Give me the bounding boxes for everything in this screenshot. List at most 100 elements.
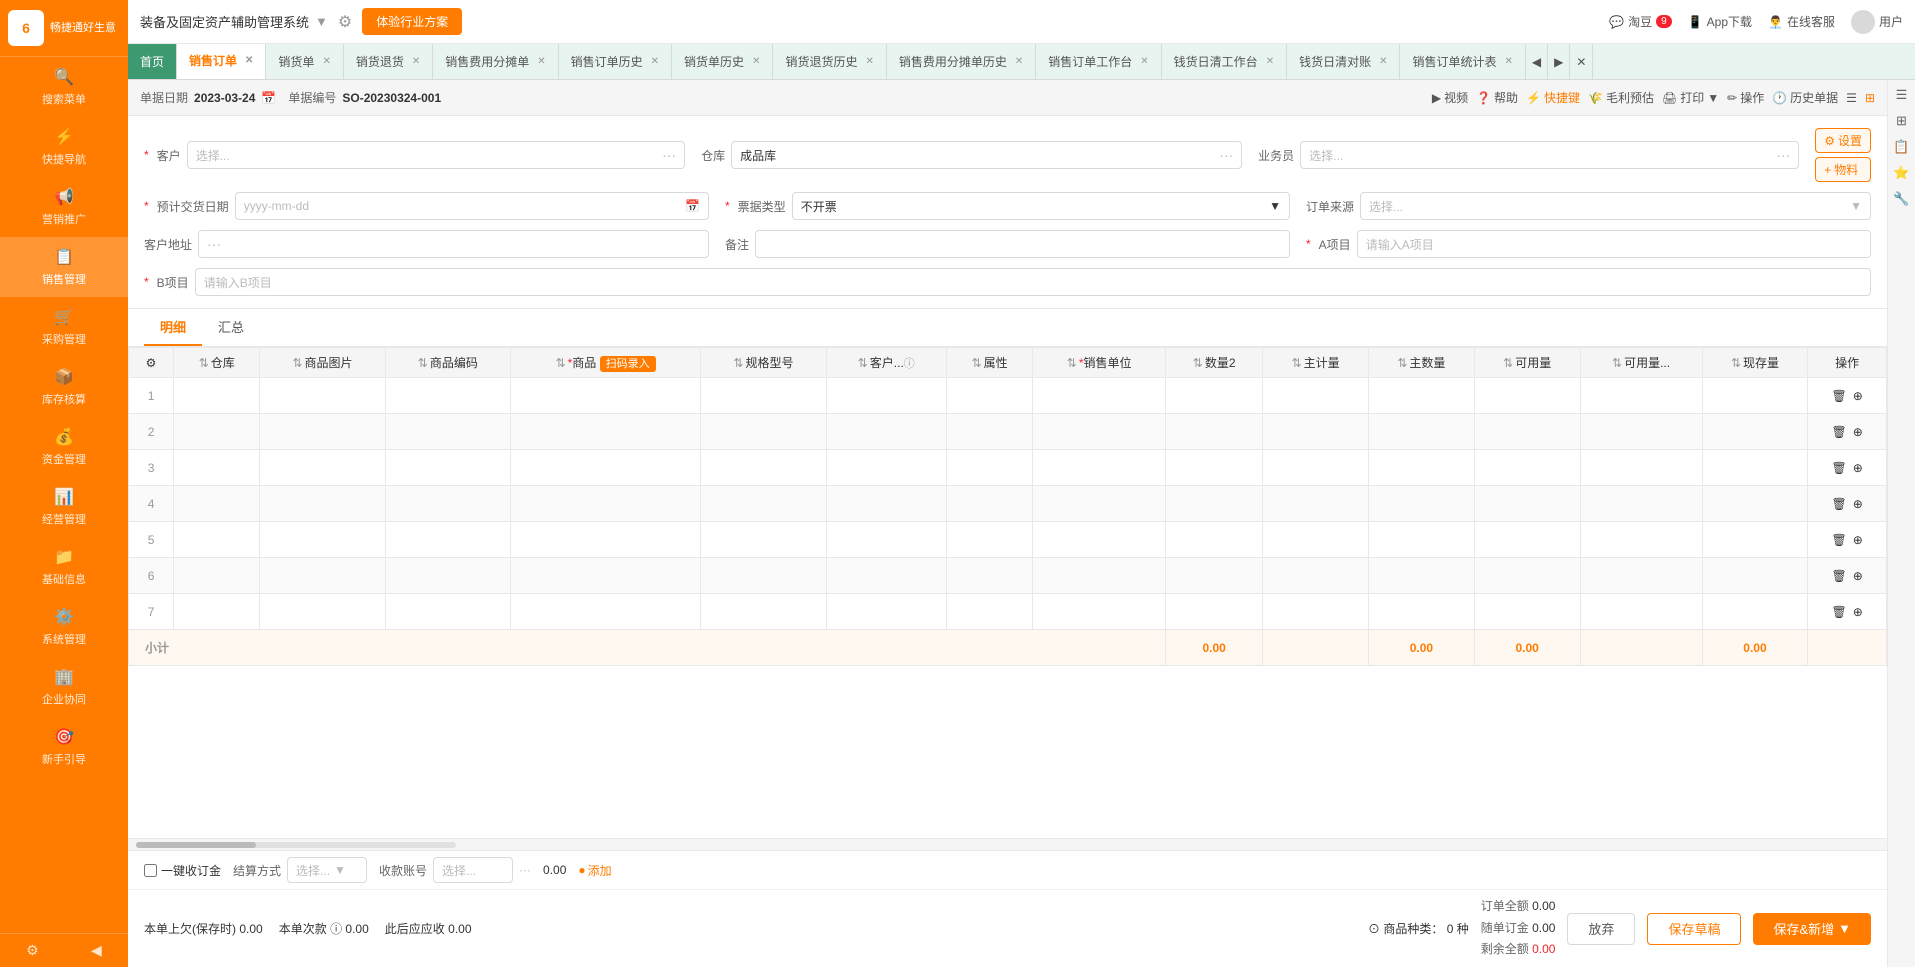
delivery-calendar-icon[interactable]: 📅 [685, 199, 700, 213]
right-btn-2[interactable]: ⊞ [1891, 110, 1913, 132]
tab-sales-invoice[interactable]: 销货单 ✕ [266, 44, 343, 80]
tab-next-button[interactable]: ▶ [1548, 44, 1570, 80]
customer-address-input[interactable]: ··· [198, 230, 709, 258]
sidebar-item-guide[interactable]: 🎯 新手引导 [0, 717, 128, 777]
industry-solution-button[interactable]: 体验行业方案 [362, 8, 462, 35]
project-a-input[interactable]: 请输入A项目 [1357, 230, 1871, 258]
customer-input[interactable]: 选择... ··· [187, 141, 685, 169]
tab-menu-button[interactable]: ✕ [1570, 44, 1593, 80]
right-btn-5[interactable]: 🔧 [1891, 188, 1913, 210]
invoice-type-select[interactable]: 不开票 ▼ [792, 192, 1290, 220]
address-dots[interactable]: ··· [207, 236, 221, 252]
th-settings[interactable]: ⚙ [129, 348, 174, 378]
settings-bottom-icon[interactable]: ⚙ [26, 942, 39, 959]
layout-list-btn[interactable]: ☰ [1846, 91, 1857, 105]
tab-sales-invoice-close[interactable]: ✕ [322, 56, 330, 67]
sidebar-item-enterprise[interactable]: 🏢 企业协同 [0, 657, 128, 717]
tab-sales-order[interactable]: 销售订单 ✕ [177, 44, 266, 80]
tab-sales-expense[interactable]: 销售费用分摊单 ✕ [433, 44, 558, 80]
sidebar-item-operations[interactable]: 📊 经营管理 [0, 477, 128, 537]
copy-icon-1[interactable]: ⊕ [1853, 389, 1863, 403]
discard-button[interactable]: 放弃 [1567, 913, 1635, 945]
save-draft-button[interactable]: 保存草稿 [1647, 913, 1741, 945]
add-payment-button[interactable]: ● 添加 [578, 862, 611, 879]
tab-sales-return-history[interactable]: 销货退货历史 ✕ [773, 44, 886, 80]
copy-icon-2[interactable]: ⊕ [1853, 425, 1863, 439]
sidebar-item-marketing[interactable]: 📢 营销推广 [0, 177, 128, 237]
collapse-icon[interactable]: ◀ [91, 942, 102, 959]
project-b-input[interactable]: 请输入B项目 [195, 268, 1871, 296]
tab-home[interactable]: 首页 [128, 44, 177, 80]
warehouse-input[interactable]: 成品库 ··· [731, 141, 1242, 169]
delete-icon-5[interactable]: 🗑 [1832, 533, 1847, 547]
save-new-dropdown-icon[interactable]: ▼ [1838, 921, 1851, 936]
right-btn-1[interactable]: ☰ [1891, 84, 1913, 106]
tab-sales-summary[interactable]: 销售订单统计表 ✕ [1400, 44, 1525, 80]
copy-icon-5[interactable]: ⊕ [1853, 533, 1863, 547]
sidebar-item-system[interactable]: ⚙️ 系统管理 [0, 597, 128, 657]
sidebar-item-sales[interactable]: 📋 销售管理 [0, 237, 128, 297]
tab-sales-expense-history[interactable]: 销售费用分摊单历史 ✕ [887, 44, 1036, 80]
tab-6-close[interactable]: ✕ [752, 56, 760, 67]
copy-icon-7[interactable]: ⊕ [1853, 605, 1863, 619]
save-new-button[interactable]: 保存&新增 ▼ [1753, 913, 1871, 945]
sidebar-item-search[interactable]: 🔍 搜索菜单 [0, 57, 128, 117]
gear-settings-icon[interactable]: ⚙ [338, 12, 352, 32]
sidebar-item-inventory[interactable]: 📦 库存核算 [0, 357, 128, 417]
scan-btn[interactable]: 扫码录入 [600, 356, 656, 372]
tab-sales-order-close[interactable]: ✕ [245, 55, 253, 66]
right-btn-3[interactable]: 📋 [1891, 136, 1913, 158]
row-available2-1[interactable] [1580, 378, 1702, 414]
salesperson-dots[interactable]: ··· [1776, 147, 1790, 163]
copy-icon-3[interactable]: ⊕ [1853, 461, 1863, 475]
tab-summary[interactable]: 汇总 [202, 309, 260, 346]
user-avatar[interactable]: 用户 [1851, 10, 1903, 34]
row-customer-code-1[interactable] [826, 378, 946, 414]
one-click-checkbox[interactable] [144, 864, 157, 877]
delete-icon-3[interactable]: 🗑 [1832, 461, 1847, 475]
sidebar-item-purchase[interactable]: 🛒 采购管理 [0, 297, 128, 357]
print-dropdown-icon[interactable]: ▼ [1707, 91, 1719, 105]
delete-icon-2[interactable]: 🗑 [1832, 425, 1847, 439]
sidebar-item-basic[interactable]: 📁 基础信息 [0, 537, 128, 597]
operation-btn[interactable]: ✏ 操作 [1727, 89, 1764, 106]
order-source-input[interactable]: 选择... ▼ [1360, 192, 1871, 220]
view-btn[interactable]: ▶ 视频 [1432, 89, 1468, 106]
settings-btn[interactable]: ⚙ 设置 [1815, 128, 1871, 153]
row-qty2-1[interactable] [1166, 378, 1263, 414]
shortcut-btn[interactable]: ⚡ 快捷键 [1526, 89, 1580, 106]
tab-8-close[interactable]: ✕ [1015, 56, 1023, 67]
tab-cash-workbench[interactable]: 钱货日清工作台 ✕ [1162, 44, 1287, 80]
sidebar-item-quick[interactable]: ⚡ 快捷导航 [0, 117, 128, 177]
row-main-unit-1[interactable] [1263, 378, 1369, 414]
online-service-button[interactable]: 👨‍💼 在线客服 [1768, 13, 1835, 30]
tab-9-close[interactable]: ✕ [1140, 56, 1148, 67]
material-btn[interactable]: + 物料 [1815, 157, 1871, 182]
row-attribute-1[interactable] [946, 378, 1032, 414]
copy-icon-6[interactable]: ⊕ [1853, 569, 1863, 583]
memo-input[interactable] [755, 230, 1290, 258]
row-available-1[interactable] [1474, 378, 1580, 414]
history-btn[interactable]: 🕐 历史单据 [1772, 89, 1838, 106]
tab-cash-reconcile[interactable]: 钱货日清对账 ✕ [1287, 44, 1400, 80]
scroll-track[interactable] [136, 842, 456, 848]
row-product-1[interactable] [510, 378, 700, 414]
account-dots[interactable]: ··· [519, 863, 531, 877]
copy-icon-4[interactable]: ⊕ [1853, 497, 1863, 511]
account-select[interactable]: 选择... [433, 857, 513, 883]
tab-prev-button[interactable]: ◀ [1526, 44, 1548, 80]
delete-icon-6[interactable]: 🗑 [1832, 569, 1847, 583]
app-download-button[interactable]: 📱 App下载 [1688, 13, 1752, 30]
tab-sales-order-history[interactable]: 销售订单历史 ✕ [559, 44, 672, 80]
row-warehouse-1[interactable] [174, 378, 260, 414]
salesperson-input[interactable]: 选择... ··· [1300, 141, 1799, 169]
payment-method-select[interactable]: 选择... ▼ [287, 857, 367, 883]
right-btn-4[interactable]: ⭐ [1891, 162, 1913, 184]
warehouse-dots[interactable]: ··· [1219, 147, 1233, 163]
tab-5-close[interactable]: ✕ [651, 56, 659, 67]
tab-sales-return[interactable]: 销货退货 ✕ [344, 44, 433, 80]
row-main-qty-1[interactable] [1369, 378, 1475, 414]
row-spec-1[interactable] [701, 378, 826, 414]
tab-sales-expense-close[interactable]: ✕ [537, 56, 545, 67]
delete-icon-1[interactable]: 🗑 [1832, 389, 1847, 403]
